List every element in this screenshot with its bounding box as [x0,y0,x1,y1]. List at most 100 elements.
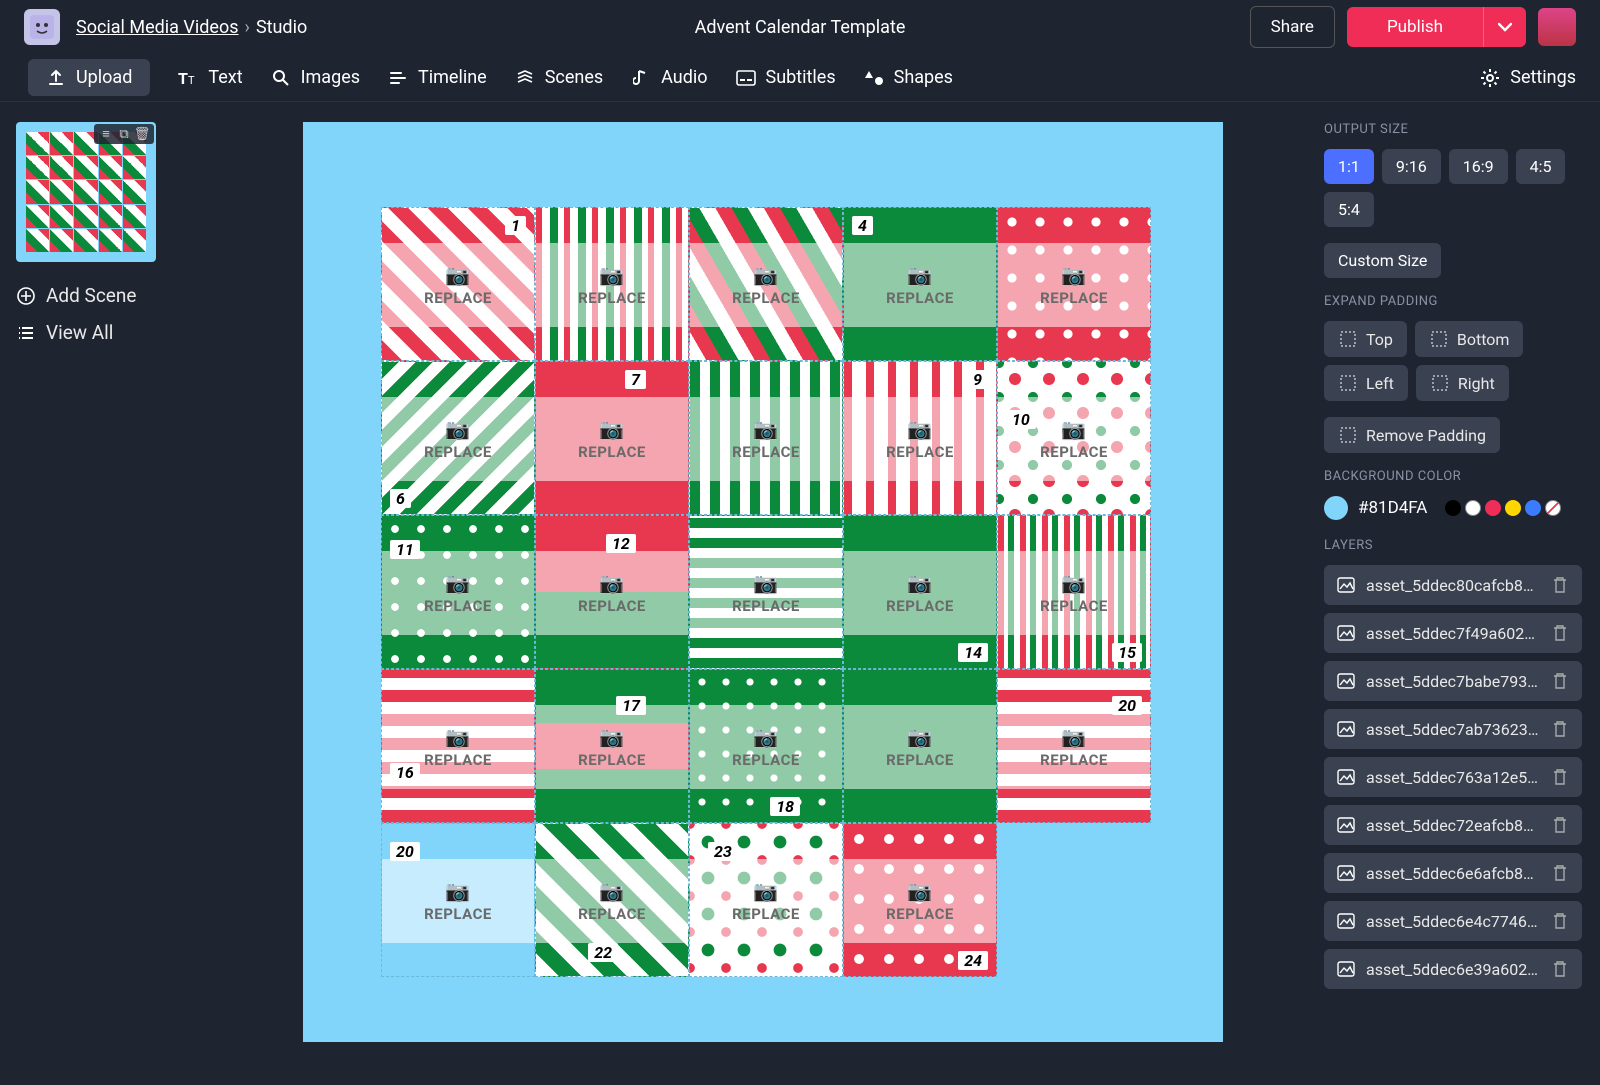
padding-right[interactable]: Right [1416,365,1509,401]
replace-placeholder[interactable]: 📷REPLACE [998,705,1150,789]
publish-dropdown[interactable] [1483,7,1526,47]
shapes-tool[interactable]: Shapes [864,67,953,88]
trash-icon[interactable] [1550,719,1570,739]
trash-icon[interactable] [1550,959,1570,979]
preset-swatch[interactable] [1485,500,1501,516]
replace-placeholder[interactable]: 📷REPLACE [536,859,688,943]
padding-top[interactable]: Top [1324,321,1407,357]
document-title[interactable]: Advent Calendar Template [695,17,906,38]
layer-item[interactable]: asset_5ddec6e39a602… [1324,949,1582,989]
scenes-tool[interactable]: Scenes [515,67,603,88]
layer-item[interactable]: asset_5ddec763a12e5… [1324,757,1582,797]
breadcrumb-project[interactable]: Social Media Videos [76,17,239,38]
calendar-cell-21[interactable]: 📷REPLACE20 [381,823,535,977]
custom-size-button[interactable]: Custom Size [1324,243,1441,278]
trash-icon[interactable] [1550,815,1570,835]
layer-item[interactable]: asset_5ddec72eafcb8… [1324,805,1582,845]
trash-icon[interactable] [1550,623,1570,643]
calendar-cell-5[interactable]: 📷REPLACE [997,207,1151,361]
calendar-cell-11[interactable]: 📷REPLACE11 [381,515,535,669]
calendar-cell-16[interactable]: 📷REPLACE16 [381,669,535,823]
preset-swatch[interactable] [1525,500,1541,516]
audio-tool[interactable]: Audio [631,67,707,88]
add-scene-button[interactable]: Add Scene [16,284,174,307]
calendar-cell-2[interactable]: 📷REPLACE [535,207,689,361]
replace-placeholder[interactable]: 📷REPLACE [690,859,842,943]
layer-item[interactable]: asset_5ddec7babe793… [1324,661,1582,701]
calendar-cell-23[interactable]: 📷REPLACE23 [689,823,843,977]
calendar-cell-24[interactable]: 📷REPLACE24 [843,823,997,977]
calendar-cell-14[interactable]: 📷REPLACE14 [843,515,997,669]
trash-icon[interactable] [1550,575,1570,595]
settings-button[interactable]: Settings [1480,67,1576,88]
remove-padding-button[interactable]: Remove Padding [1324,417,1500,453]
padding-left[interactable]: Left [1324,365,1408,401]
replace-placeholder[interactable]: 📷REPLACE [382,243,534,327]
ratio-9-16[interactable]: 9:16 [1382,149,1441,184]
replace-placeholder[interactable]: 📷REPLACE [844,859,996,943]
trash-icon[interactable]: 🗑 [134,126,150,142]
timeline-tool[interactable]: Timeline [388,67,487,88]
calendar-cell-15[interactable]: 📷REPLACE15 [997,515,1151,669]
layer-item[interactable]: asset_5ddec80cafcb8… [1324,565,1582,605]
preset-swatch[interactable] [1465,500,1481,516]
calendar-cell-12[interactable]: 📷REPLACE12 [535,515,689,669]
images-tool[interactable]: Images [271,67,360,88]
trash-icon[interactable] [1550,767,1570,787]
layer-item[interactable]: asset_5ddec6e6afcb8… [1324,853,1582,893]
publish-button[interactable]: Publish [1347,7,1483,47]
replace-placeholder[interactable]: 📷REPLACE [844,397,996,481]
replace-placeholder[interactable]: 📷REPLACE [536,397,688,481]
replace-placeholder[interactable]: 📷REPLACE [536,551,688,635]
timeline-mini-icon[interactable]: ≡ [98,126,114,142]
ratio-16-9[interactable]: 16:9 [1449,149,1508,184]
preset-swatch[interactable] [1545,500,1561,516]
ratio-1-1[interactable]: 1:1 [1324,149,1374,184]
calendar-cell-1[interactable]: 📷REPLACE1 [381,207,535,361]
workspace-logo[interactable] [24,9,60,45]
padding-bottom[interactable]: Bottom [1415,321,1524,357]
layer-item[interactable]: asset_5ddec6e4c7746… [1324,901,1582,941]
calendar-cell-18[interactable]: 📷REPLACE18 [689,669,843,823]
calendar-cell-22[interactable]: 📷REPLACE22 [535,823,689,977]
replace-placeholder[interactable]: 📷REPLACE [536,243,688,327]
ratio-4-5[interactable]: 4:5 [1516,149,1566,184]
calendar-cell-10[interactable]: 📷REPLACE10 [997,361,1151,515]
replace-placeholder[interactable]: 📷REPLACE [998,551,1150,635]
calendar-cell-8[interactable]: 📷REPLACE [689,361,843,515]
preset-swatch[interactable] [1505,500,1521,516]
replace-placeholder[interactable]: 📷REPLACE [382,859,534,943]
calendar-cell-20[interactable]: 📷REPLACE20 [997,669,1151,823]
replace-placeholder[interactable]: 📷REPLACE [844,705,996,789]
replace-placeholder[interactable]: 📷REPLACE [844,243,996,327]
calendar-cell-4[interactable]: 📷REPLACE4 [843,207,997,361]
calendar-cell-3[interactable]: 📷REPLACE [689,207,843,361]
replace-placeholder[interactable]: 📷REPLACE [844,551,996,635]
trash-icon[interactable] [1550,863,1570,883]
calendar-cell-19[interactable]: 📷REPLACE [843,669,997,823]
text-tool[interactable]: TT Text [178,67,242,88]
canvas[interactable]: 📷REPLACE1📷REPLACE📷REPLACE📷REPLACE4📷REPLA… [303,122,1223,1042]
duplicate-icon[interactable]: ⧉ [116,126,132,142]
replace-placeholder[interactable]: 📷REPLACE [382,397,534,481]
replace-placeholder[interactable]: 📷REPLACE [690,551,842,635]
replace-placeholder[interactable]: 📷REPLACE [690,705,842,789]
user-avatar[interactable] [1538,8,1576,46]
layer-item[interactable]: asset_5ddec7f49a602… [1324,613,1582,653]
subtitles-tool[interactable]: Subtitles [736,67,836,88]
share-button[interactable]: Share [1250,6,1335,48]
preset-swatch[interactable] [1445,500,1461,516]
replace-placeholder[interactable]: 📷REPLACE [690,243,842,327]
trash-icon[interactable] [1550,911,1570,931]
calendar-cell-9[interactable]: 📷REPLACE9 [843,361,997,515]
layer-item[interactable]: asset_5ddec7ab73623… [1324,709,1582,749]
replace-placeholder[interactable]: 📷REPLACE [382,551,534,635]
ratio-5-4[interactable]: 5:4 [1324,192,1374,227]
calendar-cell-7[interactable]: 📷REPLACE7 [535,361,689,515]
calendar-cell-13[interactable]: 📷REPLACE [689,515,843,669]
bg-color-hex[interactable]: #81D4FA [1358,498,1427,518]
view-all-button[interactable]: View All [16,321,174,344]
trash-icon[interactable] [1550,671,1570,691]
upload-button[interactable]: Upload [28,59,150,96]
replace-placeholder[interactable]: 📷REPLACE [690,397,842,481]
